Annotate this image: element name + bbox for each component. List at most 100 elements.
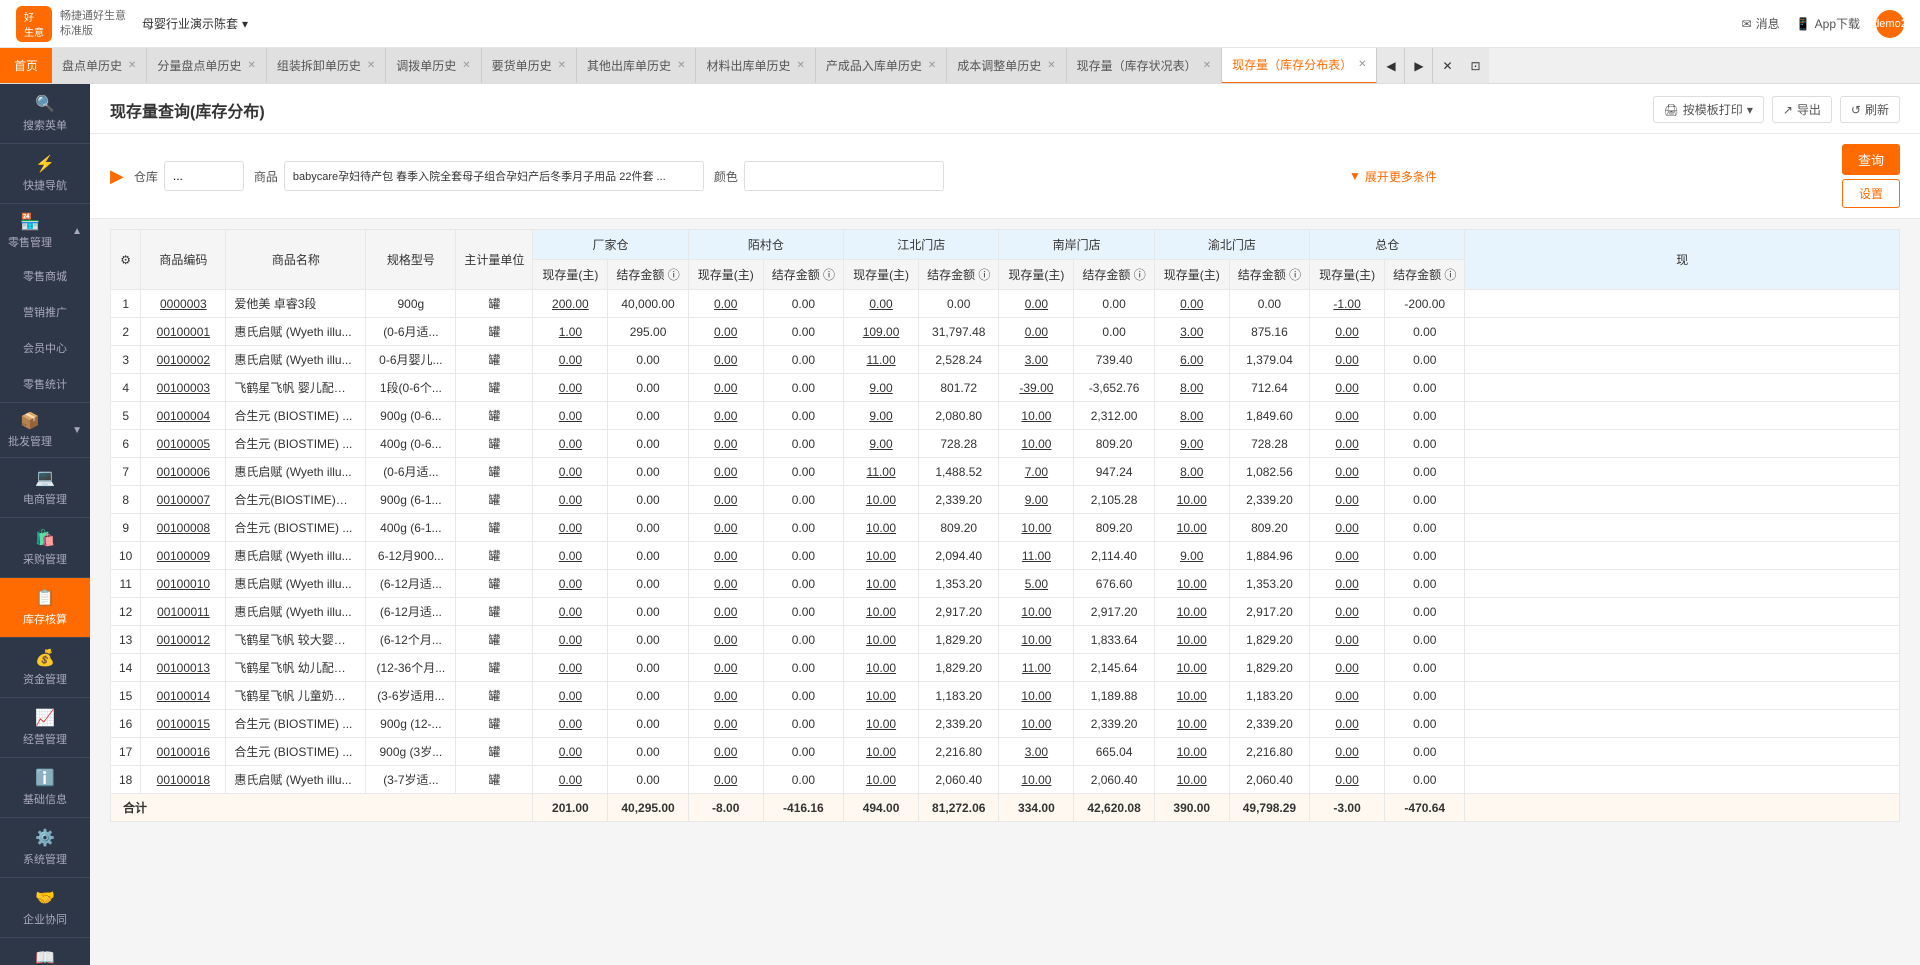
cell-namd-qty[interactable]: 3.00	[999, 738, 1074, 766]
cell-mcc-qty[interactable]: 0.00	[688, 626, 763, 654]
cell-code[interactable]: 00100008	[141, 514, 226, 542]
cell-mcc-qty[interactable]: 0.00	[688, 710, 763, 738]
tab-qitachu[interactable]: 其他出库单历史 ✕	[577, 48, 696, 84]
cell-namd-qty[interactable]: 10.00	[999, 402, 1074, 430]
tab-close-icon[interactable]: ✕	[367, 60, 375, 71]
cell-jbmd-qty[interactable]: 10.00	[844, 766, 919, 794]
tab-close-icon[interactable]: ✕	[558, 60, 566, 71]
tab-xiancun-dist[interactable]: 现存量（库存分布表）✕	[1222, 48, 1377, 84]
cell-jbmd-qty[interactable]: 9.00	[844, 374, 919, 402]
cell-total-qty[interactable]: 0.00	[1310, 598, 1385, 626]
tab-next-btn[interactable]: ▶	[1405, 48, 1433, 84]
tab-zuzhuan[interactable]: 组装拆卸单历史 ✕	[267, 48, 386, 84]
cell-jbmd-qty[interactable]: 10.00	[844, 626, 919, 654]
cell-code[interactable]: 0000003	[141, 290, 226, 318]
tab-diaob[interactable]: 调拨单历史 ✕	[386, 48, 481, 84]
sidebar-item-retail-mgmt[interactable]: 🏪 零售管理 ▲	[0, 204, 90, 258]
cell-namd-qty[interactable]: 9.00	[999, 486, 1074, 514]
cell-namd-qty[interactable]: 0.00	[999, 318, 1074, 346]
tab-expand-btn[interactable]: ⊡	[1461, 48, 1489, 84]
tab-cailiao[interactable]: 材料出库单历史 ✕	[696, 48, 815, 84]
cell-mcc-qty[interactable]: 0.00	[688, 346, 763, 374]
cell-jbmd-qty[interactable]: 10.00	[844, 514, 919, 542]
cell-code[interactable]: 00100018	[141, 766, 226, 794]
cell-total-qty[interactable]: 0.00	[1310, 738, 1385, 766]
cell-yubmd-qty[interactable]: 3.00	[1154, 318, 1229, 346]
cell-mcc-qty[interactable]: 0.00	[688, 682, 763, 710]
goods-input[interactable]	[284, 161, 704, 191]
cell-yubmd-qty[interactable]: 8.00	[1154, 402, 1229, 430]
tab-close-icon[interactable]: ✕	[1358, 59, 1366, 70]
color-input[interactable]	[744, 161, 944, 191]
cell-jbmd-qty[interactable]: 0.00	[844, 290, 919, 318]
tab-pandian[interactable]: 盘点单历史 ✕	[52, 48, 147, 84]
cell-code[interactable]: 00100004	[141, 402, 226, 430]
cell-code[interactable]: 00100011	[141, 598, 226, 626]
cell-code[interactable]: 00100012	[141, 626, 226, 654]
tab-yaohuo[interactable]: 要货单历史 ✕	[482, 48, 577, 84]
cell-yubmd-qty[interactable]: 10.00	[1154, 514, 1229, 542]
refresh-btn[interactable]: ↺ 刷新	[1840, 96, 1900, 123]
cell-mcc-qty[interactable]: 0.00	[688, 514, 763, 542]
user-area[interactable]: demo2	[1876, 10, 1904, 38]
cell-code[interactable]: 00100006	[141, 458, 226, 486]
cell-mcc-qty[interactable]: 0.00	[688, 290, 763, 318]
cell-yubmd-qty[interactable]: 10.00	[1154, 682, 1229, 710]
cell-code[interactable]: 00100009	[141, 542, 226, 570]
cell-namd-qty[interactable]: 10.00	[999, 430, 1074, 458]
cell-yubmd-qty[interactable]: 9.00	[1154, 542, 1229, 570]
sidebar-item-collab[interactable]: 🤝 企业协同	[0, 878, 90, 937]
sidebar-item-finance[interactable]: 💰 资金管理	[0, 638, 90, 697]
cell-code[interactable]: 00100002	[141, 346, 226, 374]
cell-namd-qty[interactable]: 11.00	[999, 542, 1074, 570]
cell-mcc-qty[interactable]: 0.00	[688, 374, 763, 402]
cell-total-qty[interactable]: 0.00	[1310, 654, 1385, 682]
cell-mcc-qty[interactable]: 0.00	[688, 654, 763, 682]
cell-namd-qty[interactable]: 5.00	[999, 570, 1074, 598]
cell-namd-qty[interactable]: 7.00	[999, 458, 1074, 486]
sidebar-item-wholesale[interactable]: 📦 批发管理 ▼	[0, 403, 90, 457]
cell-yubmd-qty[interactable]: 10.00	[1154, 738, 1229, 766]
cell-total-qty[interactable]: 0.00	[1310, 430, 1385, 458]
tab-close-icon[interactable]: ✕	[128, 60, 136, 71]
sidebar-item-basic[interactable]: ℹ️ 基础信息	[0, 758, 90, 817]
cell-cgc-qty[interactable]: 0.00	[533, 570, 608, 598]
cell-cgc-qty[interactable]: 0.00	[533, 458, 608, 486]
filter-toggle-arrow[interactable]: ▶	[110, 166, 124, 187]
cell-cgc-qty[interactable]: 1.00	[533, 318, 608, 346]
cell-cgc-qty[interactable]: 200.00	[533, 290, 608, 318]
cell-jbmd-qty[interactable]: 9.00	[844, 430, 919, 458]
cell-total-qty[interactable]: 0.00	[1310, 682, 1385, 710]
cell-code[interactable]: 00100010	[141, 570, 226, 598]
sidebar-item-mall[interactable]: 零售商城	[0, 258, 90, 294]
cell-namd-qty[interactable]: 3.00	[999, 346, 1074, 374]
cell-namd-qty[interactable]: 10.00	[999, 626, 1074, 654]
cell-cgc-qty[interactable]: 0.00	[533, 598, 608, 626]
cell-yubmd-qty[interactable]: 6.00	[1154, 346, 1229, 374]
cell-total-qty[interactable]: 0.00	[1310, 346, 1385, 374]
tab-close-icon[interactable]: ✕	[1203, 60, 1211, 71]
cell-namd-qty[interactable]: 0.00	[999, 290, 1074, 318]
cell-namd-qty[interactable]: 10.00	[999, 766, 1074, 794]
query-button[interactable]: 查询	[1842, 144, 1900, 175]
cell-total-qty[interactable]: 0.00	[1310, 458, 1385, 486]
tab-chengben[interactable]: 成本调整单历史 ✕	[947, 48, 1066, 84]
cell-cgc-qty[interactable]: 0.00	[533, 514, 608, 542]
cell-namd-qty[interactable]: 10.00	[999, 514, 1074, 542]
cell-yubmd-qty[interactable]: 8.00	[1154, 374, 1229, 402]
sidebar-item-ecom[interactable]: 💻 电商管理	[0, 458, 90, 517]
cell-cgc-qty[interactable]: 0.00	[533, 430, 608, 458]
cell-mcc-qty[interactable]: 0.00	[688, 738, 763, 766]
cell-code[interactable]: 00100005	[141, 430, 226, 458]
cell-cgc-qty[interactable]: 0.00	[533, 710, 608, 738]
cell-code[interactable]: 00100014	[141, 682, 226, 710]
cell-cgc-qty[interactable]: 0.00	[533, 626, 608, 654]
cell-mcc-qty[interactable]: 0.00	[688, 598, 763, 626]
cell-jbmd-qty[interactable]: 10.00	[844, 738, 919, 766]
sidebar-item-sys[interactable]: ⚙️ 系统管理	[0, 818, 90, 877]
sidebar-item-marketing[interactable]: 营销推广	[0, 294, 90, 330]
cell-code[interactable]: 00100016	[141, 738, 226, 766]
cell-total-qty[interactable]: 0.00	[1310, 570, 1385, 598]
tab-close-icon[interactable]: ✕	[928, 60, 936, 71]
cell-jbmd-qty[interactable]: 10.00	[844, 710, 919, 738]
